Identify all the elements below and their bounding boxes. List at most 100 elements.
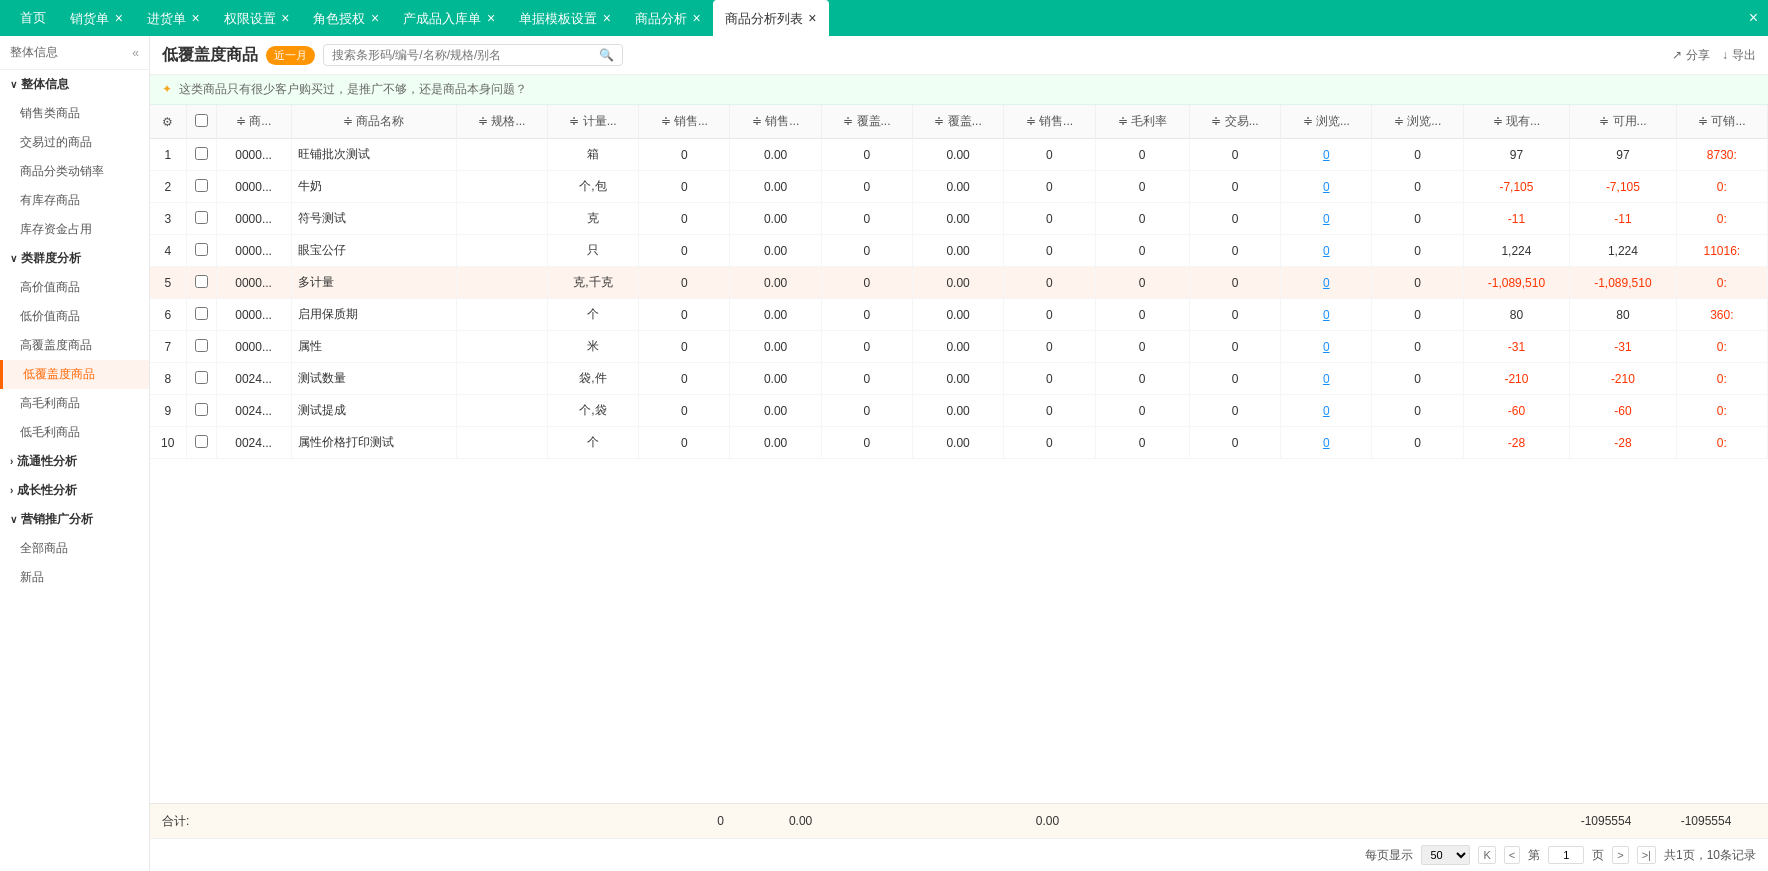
nav-item-analysis[interactable]: 商品分析 × bbox=[623, 0, 713, 36]
row-checkbox-cell[interactable] bbox=[186, 267, 216, 299]
col-code[interactable]: ≑ 商... bbox=[216, 105, 291, 139]
sidebar-section-overall[interactable]: ∨ 整体信息 bbox=[0, 70, 149, 99]
nav-item-analysis-list[interactable]: 商品分析列表 × bbox=[713, 0, 829, 36]
page-number-input[interactable] bbox=[1548, 846, 1584, 864]
row-checkbox-cell[interactable] bbox=[186, 395, 216, 427]
sidebar-item-high-gross[interactable]: 高毛利商品 bbox=[0, 389, 149, 418]
row-browse1[interactable]: 0 bbox=[1281, 171, 1372, 203]
sidebar-section-growth[interactable]: › 成长性分析 bbox=[0, 476, 149, 505]
time-filter-button[interactable]: 近一月 bbox=[266, 46, 315, 65]
nav-item-permissions[interactable]: 权限设置 × bbox=[212, 0, 302, 36]
col-cover2[interactable]: ≑ 覆盖... bbox=[912, 105, 1003, 139]
row-browse1[interactable]: 0 bbox=[1281, 267, 1372, 299]
nav-item-products[interactable]: 产成品入库单 × bbox=[391, 0, 507, 36]
row-sales2: 0.00 bbox=[730, 331, 821, 363]
settings-column-header[interactable]: ⚙ bbox=[150, 105, 186, 139]
sidebar-section-flow[interactable]: › 流通性分析 bbox=[0, 447, 149, 476]
row-checkbox[interactable] bbox=[195, 435, 208, 448]
row-browse1[interactable]: 0 bbox=[1281, 299, 1372, 331]
nav-close-sales[interactable]: × bbox=[115, 10, 123, 26]
row-checkbox[interactable] bbox=[195, 211, 208, 224]
row-checkbox-cell[interactable] bbox=[186, 235, 216, 267]
col-spec[interactable]: ≑ 规格... bbox=[456, 105, 547, 139]
search-icon[interactable]: 🔍 bbox=[599, 48, 614, 62]
row-checkbox-cell[interactable] bbox=[186, 363, 216, 395]
nav-item-home[interactable]: 首页 bbox=[8, 0, 58, 36]
row-cover2: 0.00 bbox=[912, 171, 1003, 203]
nav-close-roles[interactable]: × bbox=[371, 10, 379, 26]
col-stock3[interactable]: ≑ 可销... bbox=[1676, 105, 1767, 139]
row-checkbox[interactable] bbox=[195, 371, 208, 384]
nav-item-roles[interactable]: 角色授权 × bbox=[301, 0, 391, 36]
nav-close-permissions[interactable]: × bbox=[281, 10, 289, 26]
row-checkbox-cell[interactable] bbox=[186, 427, 216, 459]
nav-close-analysis[interactable]: × bbox=[693, 10, 701, 26]
row-checkbox[interactable] bbox=[195, 403, 208, 416]
nav-close-products[interactable]: × bbox=[487, 10, 495, 26]
nav-item-purchase[interactable]: 进货单 × bbox=[135, 0, 212, 36]
sidebar-item-high-coverage[interactable]: 高覆盖度商品 bbox=[0, 331, 149, 360]
sidebar-section-marketing[interactable]: ∨ 营销推广分析 bbox=[0, 505, 149, 534]
search-input[interactable] bbox=[332, 48, 599, 62]
sidebar-item-low-value[interactable]: 低价值商品 bbox=[0, 302, 149, 331]
window-close-button[interactable]: × bbox=[1749, 9, 1758, 27]
prev-page-button[interactable]: < bbox=[1504, 846, 1520, 864]
sidebar-item-sales-products[interactable]: 销售类商品 bbox=[0, 99, 149, 128]
row-checkbox-cell[interactable] bbox=[186, 203, 216, 235]
col-unit[interactable]: ≑ 计量... bbox=[547, 105, 638, 139]
col-name[interactable]: ≑ 商品名称 bbox=[291, 105, 456, 139]
sidebar-item-high-value[interactable]: 高价值商品 bbox=[0, 273, 149, 302]
row-browse1[interactable]: 0 bbox=[1281, 427, 1372, 459]
row-checkbox[interactable] bbox=[195, 147, 208, 160]
row-checkbox[interactable] bbox=[195, 179, 208, 192]
row-checkbox[interactable] bbox=[195, 243, 208, 256]
sidebar-item-in-stock[interactable]: 有库存商品 bbox=[0, 186, 149, 215]
first-page-button[interactable]: K bbox=[1478, 846, 1495, 864]
sidebar-item-low-coverage[interactable]: 低覆盖度商品 bbox=[0, 360, 149, 389]
col-trade[interactable]: ≑ 交易... bbox=[1189, 105, 1280, 139]
col-sales3[interactable]: ≑ 销售... bbox=[1004, 105, 1095, 139]
row-checkbox-cell[interactable] bbox=[186, 299, 216, 331]
col-stock1[interactable]: ≑ 现有... bbox=[1463, 105, 1569, 139]
row-browse1[interactable]: 0 bbox=[1281, 235, 1372, 267]
export-button[interactable]: ↓ 导出 bbox=[1722, 47, 1756, 64]
col-browse2[interactable]: ≑ 浏览... bbox=[1372, 105, 1463, 139]
sidebar-item-capital[interactable]: 库存资金占用 bbox=[0, 215, 149, 244]
nav-close-purchase[interactable]: × bbox=[191, 10, 199, 26]
col-stock2[interactable]: ≑ 可用... bbox=[1570, 105, 1676, 139]
sidebar-item-all-products[interactable]: 全部商品 bbox=[0, 534, 149, 563]
sidebar-section-group[interactable]: ∨ 类群度分析 bbox=[0, 244, 149, 273]
row-browse1[interactable]: 0 bbox=[1281, 331, 1372, 363]
col-sales1[interactable]: ≑ 销售... bbox=[639, 105, 730, 139]
row-cover1: 0 bbox=[821, 299, 912, 331]
row-browse1[interactable]: 0 bbox=[1281, 395, 1372, 427]
row-checkbox-cell[interactable] bbox=[186, 331, 216, 363]
row-checkbox[interactable] bbox=[195, 339, 208, 352]
row-checkbox[interactable] bbox=[195, 307, 208, 320]
nav-close-analysis-list[interactable]: × bbox=[808, 10, 816, 26]
col-browse1[interactable]: ≑ 浏览... bbox=[1281, 105, 1372, 139]
nav-close-templates[interactable]: × bbox=[603, 10, 611, 26]
row-browse1[interactable]: 0 bbox=[1281, 203, 1372, 235]
row-browse1[interactable]: 0 bbox=[1281, 139, 1372, 171]
last-page-button[interactable]: >| bbox=[1637, 846, 1656, 864]
row-checkbox-cell[interactable] bbox=[186, 171, 216, 203]
row-browse1[interactable]: 0 bbox=[1281, 363, 1372, 395]
sidebar-item-traded-products[interactable]: 交易过的商品 bbox=[0, 128, 149, 157]
sidebar-collapse-button[interactable]: « bbox=[132, 46, 139, 60]
select-all-checkbox[interactable] bbox=[195, 114, 208, 127]
nav-item-templates[interactable]: 单据模板设置 × bbox=[507, 0, 623, 36]
per-page-select[interactable]: 50 100 200 bbox=[1421, 845, 1470, 865]
col-cover1[interactable]: ≑ 覆盖... bbox=[821, 105, 912, 139]
next-page-button[interactable]: > bbox=[1612, 846, 1628, 864]
table-container[interactable]: ⚙ ≑ 商... ≑ 商品名称 ≑ 规格... ≑ 计量... ≑ 销售... … bbox=[150, 105, 1768, 803]
col-sales2[interactable]: ≑ 销售... bbox=[730, 105, 821, 139]
sidebar-item-category-rate[interactable]: 商品分类动销率 bbox=[0, 157, 149, 186]
nav-item-sales[interactable]: 销货单 × bbox=[58, 0, 135, 36]
col-gross[interactable]: ≑ 毛利率 bbox=[1095, 105, 1189, 139]
share-button[interactable]: ↗ 分享 bbox=[1672, 47, 1710, 64]
sidebar-item-low-gross[interactable]: 低毛利商品 bbox=[0, 418, 149, 447]
sidebar-item-new-products[interactable]: 新品 bbox=[0, 563, 149, 592]
row-checkbox[interactable] bbox=[195, 275, 208, 288]
row-checkbox-cell[interactable] bbox=[186, 139, 216, 171]
